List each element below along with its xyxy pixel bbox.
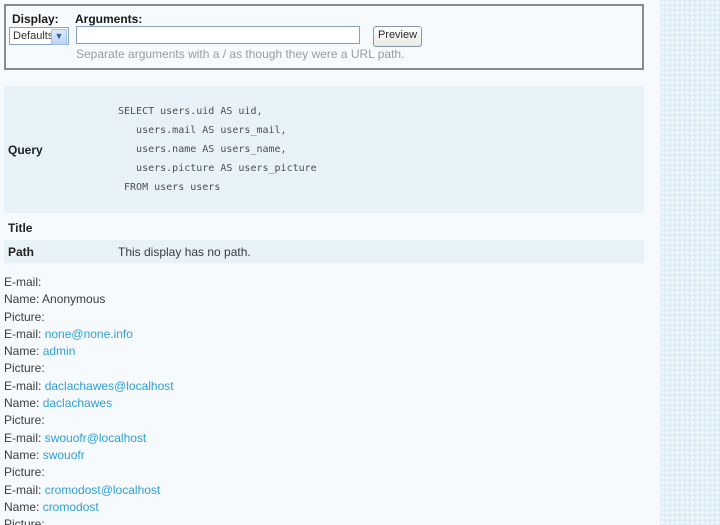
email-field-label: E-mail: [4, 430, 42, 445]
arguments-label: Arguments: [75, 12, 143, 26]
query-row: Query SELECT users.uid AS uid, users.mai… [4, 86, 644, 213]
result-row: E-mail: swouofr@localhost Name: swouofr Pi… [4, 430, 644, 482]
path-value: This display has no path. [118, 244, 251, 259]
path-row: Path This display has no path. [4, 240, 644, 263]
preview-button[interactable]: Preview [373, 26, 422, 47]
name-line: Name: swouofr [4, 447, 644, 464]
result-row: E-mail: cromodost@localhost Name: cromodo… [4, 482, 644, 525]
picture-field-label: Picture: [4, 309, 45, 324]
name-field-label: Name: [4, 499, 40, 514]
result-row: E-mail: none@none.info Name: admin Picture… [4, 326, 644, 378]
email-line: E-mail: cromodost@localhost [4, 482, 644, 499]
email-line: E-mail: none@none.info [4, 326, 644, 343]
email-line: E-mail: daclachawes@localhost [4, 378, 644, 395]
live-preview-form: Display: Defaults ▼ Arguments: Preview S… [4, 4, 644, 70]
display-select[interactable]: Defaults ▼ [9, 27, 69, 45]
theme-background-margin [660, 0, 720, 525]
name-link[interactable]: swouofr [43, 448, 85, 462]
picture-line: Picture: [4, 516, 644, 525]
name-link[interactable]: daclachawes [43, 396, 112, 410]
name-value: Anonymous [42, 292, 106, 307]
email-link[interactable]: none@none.info [45, 327, 133, 341]
name-link[interactable]: cromodost [43, 500, 99, 514]
name-field-label: Name: [4, 447, 40, 462]
query-sql: SELECT users.uid AS uid, users.mail AS u… [118, 106, 317, 193]
result-row: E-mail: daclachawes@localhost Name: dacla… [4, 378, 644, 430]
title-row: Title [4, 216, 644, 240]
picture-field-label: Picture: [4, 517, 45, 525]
name-line: Name: Anonymous [4, 291, 644, 308]
chevron-down-icon: ▼ [51, 29, 67, 45]
name-field-label: Name: [4, 344, 40, 359]
name-field-label: Name: [4, 292, 40, 307]
query-label: Query [8, 142, 43, 157]
picture-field-label: Picture: [4, 361, 45, 376]
name-line: Name: cromodost [4, 499, 644, 516]
title-label: Title [8, 221, 33, 235]
email-line: E-mail: [4, 274, 644, 291]
email-line: E-mail: swouofr@localhost [4, 430, 644, 447]
display-select-value: Defaults [13, 30, 54, 42]
result-row: E-mail: Name: Anonymous Picture: [4, 274, 644, 326]
picture-line: Picture: [4, 464, 644, 481]
email-link[interactable]: cromodost@localhost [45, 483, 161, 497]
email-field-label: E-mail: [4, 326, 42, 341]
views-preview-page: Display: Defaults ▼ Arguments: Preview S… [0, 0, 720, 525]
picture-line: Picture: [4, 412, 644, 429]
preview-content: Display: Defaults ▼ Arguments: Preview S… [0, 0, 660, 525]
picture-field-label: Picture: [4, 465, 45, 480]
arguments-input[interactable] [76, 26, 360, 44]
picture-line: Picture: [4, 360, 644, 377]
name-line: Name: daclachawes [4, 395, 644, 412]
picture-field-label: Picture: [4, 413, 45, 428]
email-link[interactable]: swouofr@localhost [45, 431, 147, 445]
name-field-label: Name: [4, 396, 40, 411]
path-label: Path [8, 244, 35, 259]
email-field-label: E-mail: [4, 482, 42, 497]
picture-line: Picture: [4, 309, 644, 326]
name-link[interactable]: admin [43, 344, 76, 358]
arguments-help-text: Separate arguments with a / as though th… [76, 47, 405, 61]
email-link[interactable]: daclachawes@localhost [45, 379, 174, 393]
results-list: E-mail: Name: Anonymous Picture: E-mail: no… [4, 274, 644, 525]
email-field-label: E-mail: [4, 378, 42, 393]
display-label: Display: [12, 12, 59, 26]
name-line: Name: admin [4, 343, 644, 360]
email-field-label: E-mail: [4, 275, 42, 289]
